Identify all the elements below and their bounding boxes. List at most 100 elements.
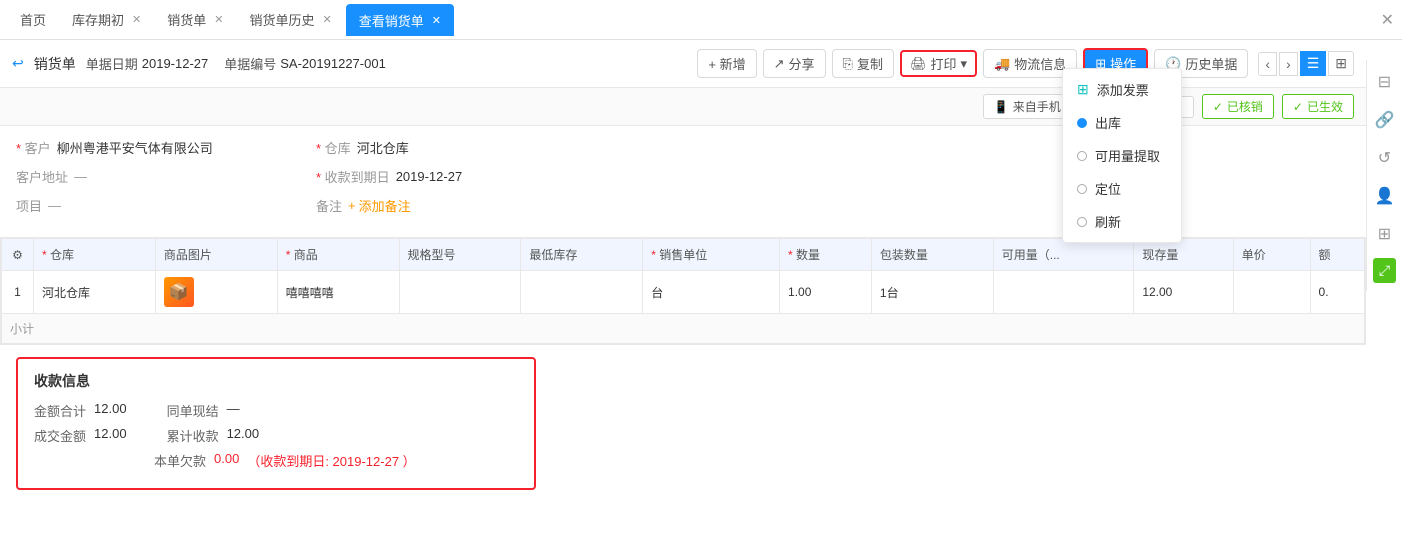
grid-view-button[interactable]: ⊞ [1328,51,1354,76]
remark-field: 备注 + 添加备注 [316,196,596,215]
tab-home[interactable]: 首页 [8,4,58,36]
row-spec [399,271,521,314]
view-toggle: ‹ › ☰ ⊞ [1258,51,1354,76]
locate-dot [1077,184,1087,194]
outbound-label: 出库 [1095,113,1121,132]
col-amount: 额 [1310,239,1364,271]
row-warehouse: 河北仓库 [34,271,156,314]
cumulative-value: 12.00 [227,426,260,445]
payment-info: 收款信息 金额合计 12.00 同单现结 — 成交金额 12.00 累计收款 [16,357,536,490]
tab-view-sales-label: 查看销货单 [359,11,424,30]
row-unit-price [1233,271,1310,314]
product-image: 📦 [164,277,194,307]
row-pack-qty: 1台 [871,271,993,314]
row-quantity: 1.00 [780,271,872,314]
copy-label: 复制 [857,54,883,73]
tab-view-sales-close[interactable]: ✕ [432,14,441,27]
total-amount-value: 12.00 [94,401,127,420]
doc-title: 销货单 [34,54,76,74]
effective-label: 已生效 [1307,98,1343,115]
outbound-item[interactable]: 出库 [1063,106,1181,139]
tab-sales-history-label: 销货单历史 [249,10,314,29]
add-invoice-label: 添加发票 [1097,80,1149,99]
table-row: 1 河北仓库 📦 嘻嘻嘻嘻 台 1.00 1台 12.00 [2,271,1365,314]
col-current-stock: 现存量 [1134,239,1233,271]
current-debt-value: 0.00 [214,451,239,470]
transaction-value: 12.00 [94,426,127,445]
col-unit-price: 单价 [1233,239,1310,271]
customer-label: 客户 [16,138,51,157]
tab-sales-close[interactable]: ✕ [214,13,223,26]
page-container: 首页 库存期初 ✕ 销货单 ✕ 销货单历史 ✕ 查看销货单 ✕ ✕ ↩ 销货单 [0,0,1402,533]
next-button[interactable]: › [1279,52,1298,76]
list-view-button[interactable]: ☰ [1300,51,1327,76]
warehouse-field: 仓库 河北仓库 [316,138,596,157]
product-table-wrapper: ⚙ * 仓库 商品图片 * 商品 规格型号 最低库存 * 销售单位 * 数量 包… [0,237,1366,345]
add-remark-button[interactable]: + 添加备注 [348,196,411,215]
col-settings[interactable]: ⚙ [2,239,34,271]
refresh-label: 刷新 [1095,212,1121,231]
prev-button[interactable]: ‹ [1258,52,1277,76]
add-invoice-icon: ⊞ [1077,81,1089,98]
print-label: 打印 [930,54,956,73]
print-button[interactable]: 🖨 打印 ▾ [900,50,977,77]
col-product: * 商品 [277,239,399,271]
phone-icon: 📱 [994,100,1009,114]
col-available: 可用量（... [993,239,1134,271]
locate-label: 定位 [1095,179,1121,198]
truck-icon: 🚚 [994,56,1010,72]
doc-title-area: ↩ 销货单 单据日期 2019-12-27 单据编号 SA-20191227-0… [12,54,386,74]
row-amount: 0. [1310,271,1364,314]
tab-view-sales[interactable]: 查看销货单 ✕ [346,4,454,36]
share-icon: ↗ [774,56,785,72]
approved-button[interactable]: ✓ 已核销 [1202,94,1274,119]
row-product: 嘻嘻嘻嘻 [277,271,399,314]
total-amount-label: 金额合计 [34,401,86,420]
add-remark-label: 添加备注 [359,196,411,215]
address-label: 客户地址 [16,167,68,186]
copy-button[interactable]: ⎘ 复制 [832,49,894,78]
link-sidebar-icon[interactable]: 🔗 [1371,106,1399,134]
row-unit: 台 [643,271,780,314]
address-field: 客户地址 — [16,167,296,186]
available-qty-dot [1077,151,1087,161]
refresh-item[interactable]: 刷新 [1063,205,1181,238]
table-sidebar-icon[interactable]: ⊟ [1374,68,1395,96]
tab-inventory-close[interactable]: ✕ [132,13,141,26]
approved-check-icon: ✓ [1213,100,1223,114]
available-qty-item[interactable]: 可用量提取 [1063,139,1181,172]
same-order-label: 同单现结 [167,401,219,420]
new-button[interactable]: + 新增 [697,49,756,78]
due-date-text: （收款到期日: 2019-12-27 ） [247,451,415,470]
print-icon: 🖨 [910,56,927,72]
current-debt-label: 本单欠款 [154,451,206,470]
tab-sales[interactable]: 销货单 ✕ [155,4,235,36]
plus-icon: + [348,198,356,213]
grid-sidebar-icon[interactable]: ⊞ [1374,220,1395,248]
tab-sales-label: 销货单 [167,10,206,29]
col-min-stock: 最低库存 [521,239,643,271]
subtotal-label: 小计 [2,314,1365,344]
share-button[interactable]: ↗ 分享 [763,49,826,78]
doc-date-label: 单据日期 [86,54,138,73]
tab-inventory[interactable]: 库存期初 ✕ [60,4,153,36]
remark-label: 备注 [316,196,342,215]
row-current-stock: 12.00 [1134,271,1233,314]
from-phone-button[interactable]: 📱 来自手机 [983,94,1072,119]
project-label: 项目 [16,196,42,215]
row-seq: 1 [2,271,34,314]
doc-date-field: 单据日期 2019-12-27 [86,54,209,73]
subtotal-row: 小计 [2,314,1365,344]
table-header-row: ⚙ * 仓库 商品图片 * 商品 规格型号 最低库存 * 销售单位 * 数量 包… [2,239,1365,271]
add-invoice-item[interactable]: ⊞ 添加发票 [1063,73,1181,106]
tab-sales-history[interactable]: 销货单历史 ✕ [237,4,343,36]
effective-button[interactable]: ✓ 已生效 [1282,94,1354,119]
user-sidebar-icon[interactable]: 👤 [1371,182,1399,210]
refresh-sidebar-icon[interactable]: ↺ [1374,144,1395,172]
fullscreen-sidebar-icon[interactable]: ⤢ [1373,258,1396,283]
tab-sales-history-close[interactable]: ✕ [323,13,332,26]
tab-bar-close-button[interactable]: ✕ [1381,10,1394,30]
locate-item[interactable]: 定位 [1063,172,1181,205]
doc-meta: 单据日期 2019-12-27 单据编号 SA-20191227-001 [86,54,386,73]
same-order-item: 同单现结 — [167,401,240,420]
